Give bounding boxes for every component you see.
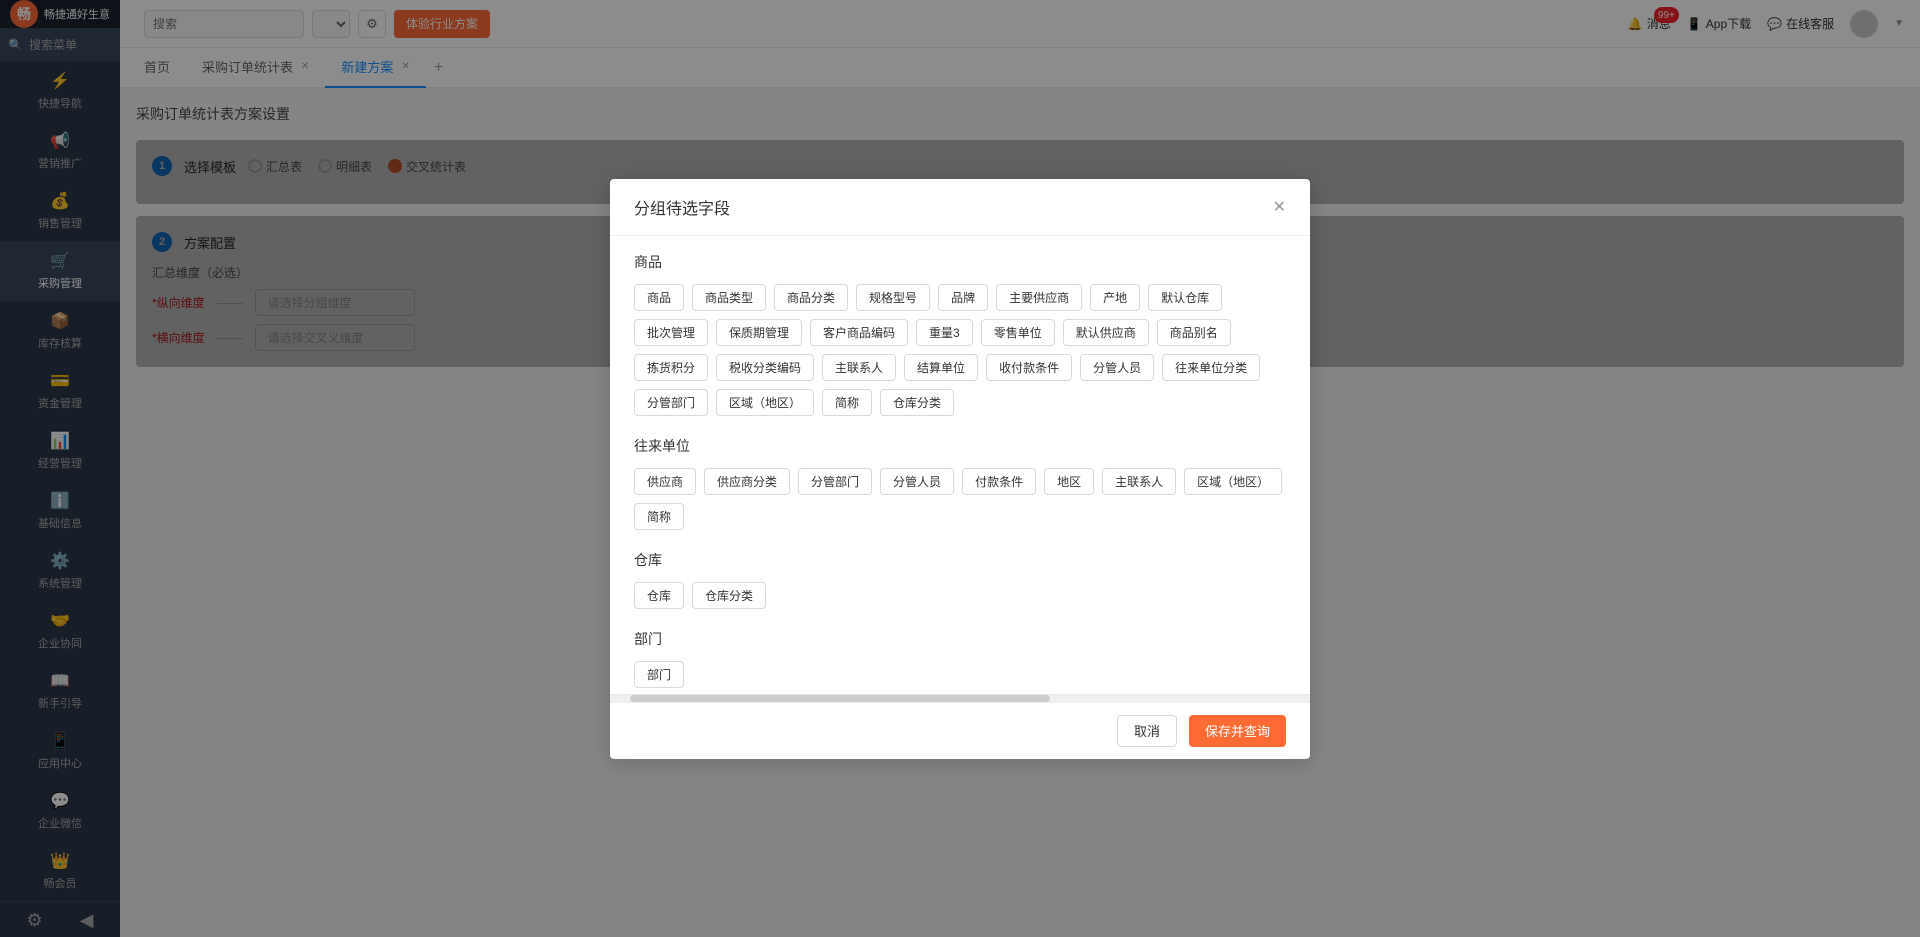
field-tag[interactable]: 零售单位 [981, 319, 1055, 346]
field-tag[interactable]: 客户商品编码 [810, 319, 908, 346]
field-tag[interactable]: 往来单位分类 [1162, 354, 1260, 381]
field-tag[interactable]: 商品别名 [1157, 319, 1231, 346]
modal-horizontal-scrollbar[interactable] [610, 694, 1310, 702]
field-tag[interactable]: 批次管理 [634, 319, 708, 346]
field-tag[interactable]: 商品类型 [692, 284, 766, 311]
field-tag[interactable]: 品牌 [938, 284, 988, 311]
field-tag[interactable]: 仓库分类 [880, 389, 954, 416]
field-tag[interactable]: 默认供应商 [1063, 319, 1149, 346]
field-tag[interactable]: 分管人员 [1080, 354, 1154, 381]
field-tag[interactable]: 分管人员 [880, 468, 954, 495]
section-goods: 商品 商品 商品类型 商品分类 规格型号 品牌 主要供应商 产地 默认仓库 批次… [634, 252, 1286, 416]
confirm-button[interactable]: 保存并查询 [1189, 715, 1286, 747]
section-partner-title: 往来单位 [634, 436, 1286, 456]
field-tags-warehouse: 仓库 仓库分类 [634, 582, 1286, 609]
field-tag[interactable]: 简称 [822, 389, 872, 416]
field-tags-department: 部门 [634, 661, 1286, 688]
field-tag[interactable]: 主联系人 [822, 354, 896, 381]
modal-body: 商品 商品 商品类型 商品分类 规格型号 品牌 主要供应商 产地 默认仓库 批次… [610, 236, 1310, 694]
modal-title: 分组待选字段 [634, 195, 730, 219]
modal-header: 分组待选字段 ✕ [610, 179, 1310, 236]
field-tag[interactable]: 分管部门 [798, 468, 872, 495]
field-tag[interactable]: 部门 [634, 661, 684, 688]
field-tags-partner: 供应商 供应商分类 分管部门 分管人员 付款条件 地区 主联系人 区域（地区） … [634, 468, 1286, 530]
field-tag[interactable]: 结算单位 [904, 354, 978, 381]
section-department-title: 部门 [634, 629, 1286, 649]
field-tag[interactable]: 商品 [634, 284, 684, 311]
field-tag[interactable]: 收付款条件 [986, 354, 1072, 381]
field-tag[interactable]: 重量3 [916, 319, 973, 346]
field-tag[interactable]: 区域（地区） [1184, 468, 1282, 495]
field-tag[interactable]: 税收分类编码 [716, 354, 814, 381]
field-tag[interactable]: 默认仓库 [1148, 284, 1222, 311]
modal-close-button[interactable]: ✕ [1273, 197, 1286, 217]
modal-footer: 取消 保存并查询 [610, 702, 1310, 759]
section-partner: 往来单位 供应商 供应商分类 分管部门 分管人员 付款条件 地区 主联系人 区域… [634, 436, 1286, 530]
section-warehouse: 仓库 仓库 仓库分类 [634, 550, 1286, 609]
field-tag[interactable]: 拣货积分 [634, 354, 708, 381]
field-tag[interactable]: 规格型号 [856, 284, 930, 311]
field-tag[interactable]: 地区 [1044, 468, 1094, 495]
modal-overlay: 分组待选字段 ✕ 商品 商品 商品类型 商品分类 规格型号 品牌 主要供应商 产… [0, 0, 1920, 937]
field-tag[interactable]: 主联系人 [1102, 468, 1176, 495]
cancel-button[interactable]: 取消 [1117, 715, 1177, 747]
field-tag[interactable]: 付款条件 [962, 468, 1036, 495]
field-tag[interactable]: 区域（地区） [716, 389, 814, 416]
field-tag[interactable]: 产地 [1090, 284, 1140, 311]
field-tag[interactable]: 主要供应商 [996, 284, 1082, 311]
field-select-modal: 分组待选字段 ✕ 商品 商品 商品类型 商品分类 规格型号 品牌 主要供应商 产… [610, 179, 1310, 759]
section-warehouse-title: 仓库 [634, 550, 1286, 570]
field-tag[interactable]: 供应商分类 [704, 468, 790, 495]
field-tag[interactable]: 供应商 [634, 468, 696, 495]
field-tag[interactable]: 商品分类 [774, 284, 848, 311]
field-tag[interactable]: 仓库 [634, 582, 684, 609]
scrollbar-thumb [630, 695, 1050, 702]
field-tag[interactable]: 仓库分类 [692, 582, 766, 609]
section-department: 部门 部门 [634, 629, 1286, 688]
field-tag[interactable]: 分管部门 [634, 389, 708, 416]
section-goods-title: 商品 [634, 252, 1286, 272]
field-tag[interactable]: 保质期管理 [716, 319, 802, 346]
field-tag[interactable]: 简称 [634, 503, 684, 530]
field-tags-goods: 商品 商品类型 商品分类 规格型号 品牌 主要供应商 产地 默认仓库 批次管理 … [634, 284, 1286, 416]
